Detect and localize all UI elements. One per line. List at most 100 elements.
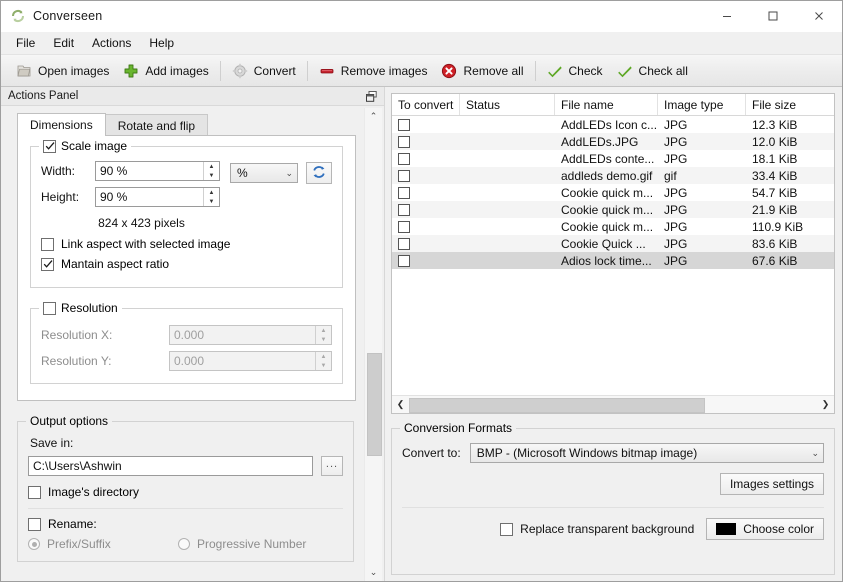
row-convert-checkbox[interactable]	[398, 237, 410, 250]
resolution-x-input[interactable]: 0.000 ▲ ▼	[169, 325, 332, 345]
progressive-number-radio-row[interactable]: Progressive Number	[178, 537, 306, 551]
maintain-aspect-row[interactable]: Mantain aspect ratio	[41, 257, 332, 271]
scroll-up-icon[interactable]: ⌃	[365, 108, 382, 125]
height-input[interactable]: 90 % ▲ ▼	[95, 187, 220, 207]
row-convert-checkbox[interactable]	[398, 220, 410, 233]
remove-images-button[interactable]: Remove images	[312, 59, 435, 83]
resolution-x-step-down[interactable]: ▼	[316, 335, 331, 344]
height-stepper[interactable]: ▲ ▼	[203, 188, 219, 206]
prefix-suffix-radio-row[interactable]: Prefix/Suffix	[28, 537, 178, 551]
row-convert-checkbox[interactable]	[398, 186, 410, 199]
row-convert-checkbox[interactable]	[398, 135, 410, 148]
row-convert-checkbox-cell[interactable]	[392, 237, 460, 250]
resolution-y-input[interactable]: 0.000 ▲ ▼	[169, 351, 332, 371]
images-settings-button[interactable]: Images settings	[719, 473, 824, 495]
width-step-down[interactable]: ▼	[204, 171, 219, 180]
row-convert-checkbox-cell[interactable]	[392, 135, 460, 148]
prefix-suffix-radio[interactable]	[28, 538, 40, 550]
color-swatch	[716, 523, 737, 535]
menu-help[interactable]: Help	[140, 33, 183, 53]
replace-background-checkbox[interactable]	[500, 522, 514, 536]
row-convert-checkbox[interactable]	[398, 169, 410, 182]
progressive-number-radio[interactable]	[178, 538, 190, 550]
unit-select[interactable]: % ⌄	[230, 163, 298, 183]
open-images-button[interactable]: Open images	[9, 59, 116, 83]
hscrollbar-track[interactable]	[409, 397, 817, 413]
row-convert-checkbox-cell[interactable]	[392, 186, 460, 199]
scroll-down-icon[interactable]: ⌄	[365, 564, 382, 581]
resolution-x-stepper[interactable]: ▲ ▼	[315, 326, 331, 344]
row-convert-checkbox-cell[interactable]	[392, 169, 460, 182]
close-button[interactable]	[796, 1, 842, 31]
resolution-x-step-up[interactable]: ▲	[316, 326, 331, 335]
scroll-left-icon[interactable]: ❮	[392, 397, 409, 413]
image-directory-checkbox[interactable]	[28, 485, 41, 499]
link-aspect-row[interactable]: Link aspect with selected image	[41, 237, 332, 251]
remove-all-button[interactable]: Remove all	[434, 59, 530, 83]
convert-button[interactable]: Convert	[225, 59, 303, 83]
rename-row[interactable]: Rename:	[28, 517, 343, 531]
menu-actions[interactable]: Actions	[83, 33, 140, 53]
row-file-name: AddLEDs Icon c...	[561, 117, 658, 132]
row-convert-checkbox-cell[interactable]	[392, 152, 460, 165]
row-convert-checkbox-cell[interactable]	[392, 220, 460, 233]
row-convert-checkbox-cell[interactable]	[392, 118, 460, 131]
scrollbar-track[interactable]	[365, 125, 382, 564]
width-stepper[interactable]: ▲ ▼	[203, 162, 219, 180]
resolution-checkbox[interactable]	[43, 301, 56, 315]
scroll-right-icon[interactable]: ❯	[817, 397, 834, 413]
table-row[interactable]: AddLEDs conte... JPG 18.1 KiB	[392, 150, 834, 167]
resolution-y-step-down[interactable]: ▼	[316, 361, 331, 370]
rename-checkbox[interactable]	[28, 517, 41, 531]
convert-to-select[interactable]: BMP - (Microsoft Windows bitmap image) ⌄	[469, 443, 824, 463]
row-convert-checkbox-cell[interactable]	[392, 203, 460, 216]
table-row[interactable]: Cookie quick m... JPG 110.9 KiB	[392, 218, 834, 235]
add-images-button[interactable]: Add images	[116, 59, 215, 83]
width-input[interactable]: 90 % ▲ ▼	[95, 161, 220, 181]
check-button[interactable]: Check	[540, 59, 610, 83]
table-row[interactable]: Cookie quick m... JPG 21.9 KiB	[392, 201, 834, 218]
table-row[interactable]: AddLEDs.JPG JPG 12.0 KiB	[392, 133, 834, 150]
swap-dimensions-button[interactable]	[306, 162, 332, 184]
table-horizontal-scrollbar[interactable]: ❮ ❯	[392, 395, 834, 413]
menu-file[interactable]: File	[7, 33, 44, 53]
column-file-size[interactable]: File size	[746, 94, 822, 115]
row-convert-checkbox[interactable]	[398, 152, 410, 165]
menu-edit[interactable]: Edit	[44, 33, 83, 53]
tab-dimensions[interactable]: Dimensions	[17, 113, 106, 136]
scale-image-checkbox[interactable]	[43, 139, 56, 153]
maximize-button[interactable]	[750, 1, 796, 31]
choose-color-button[interactable]: Choose color	[706, 518, 824, 540]
row-convert-checkbox[interactable]	[398, 118, 410, 131]
table-row[interactable]: Adios lock time... JPG 67.6 KiB	[392, 252, 834, 269]
link-aspect-checkbox[interactable]	[41, 237, 54, 251]
resolution-y-stepper[interactable]: ▲ ▼	[315, 352, 331, 370]
browse-button[interactable]: ...	[321, 456, 343, 476]
save-in-input[interactable]: C:\Users\Ashwin	[28, 456, 313, 476]
height-step-up[interactable]: ▲	[204, 188, 219, 197]
column-file-name[interactable]: File name	[555, 94, 658, 115]
table-row[interactable]: addleds demo.gif gif 33.4 KiB	[392, 167, 834, 184]
actions-panel-scrollbar[interactable]: ⌃ ⌄	[364, 108, 382, 581]
column-to-convert[interactable]: To convert	[392, 94, 460, 115]
minimize-button[interactable]	[704, 1, 750, 31]
image-directory-row[interactable]: Image's directory	[28, 485, 343, 499]
replace-background-row[interactable]: Replace transparent background	[500, 522, 694, 536]
height-step-down[interactable]: ▼	[204, 197, 219, 206]
tab-rotate-and-flip[interactable]: Rotate and flip	[104, 114, 209, 136]
row-convert-checkbox-cell[interactable]	[392, 254, 460, 267]
width-step-up[interactable]: ▲	[204, 162, 219, 171]
column-status[interactable]: Status	[460, 94, 555, 115]
table-row[interactable]: Cookie Quick ... JPG 83.6 KiB	[392, 235, 834, 252]
row-convert-checkbox[interactable]	[398, 203, 410, 216]
table-row[interactable]: Cookie quick m... JPG 54.7 KiB	[392, 184, 834, 201]
column-image-type[interactable]: Image type	[658, 94, 746, 115]
hscrollbar-thumb[interactable]	[409, 397, 705, 413]
scrollbar-thumb[interactable]	[367, 353, 382, 457]
row-convert-checkbox[interactable]	[398, 254, 410, 267]
table-row[interactable]: AddLEDs Icon c... JPG 12.3 KiB	[392, 116, 834, 133]
check-all-button[interactable]: Check all	[610, 59, 695, 83]
undock-icon[interactable]	[364, 89, 378, 103]
maintain-aspect-checkbox[interactable]	[41, 257, 54, 271]
resolution-y-step-up[interactable]: ▲	[316, 352, 331, 361]
